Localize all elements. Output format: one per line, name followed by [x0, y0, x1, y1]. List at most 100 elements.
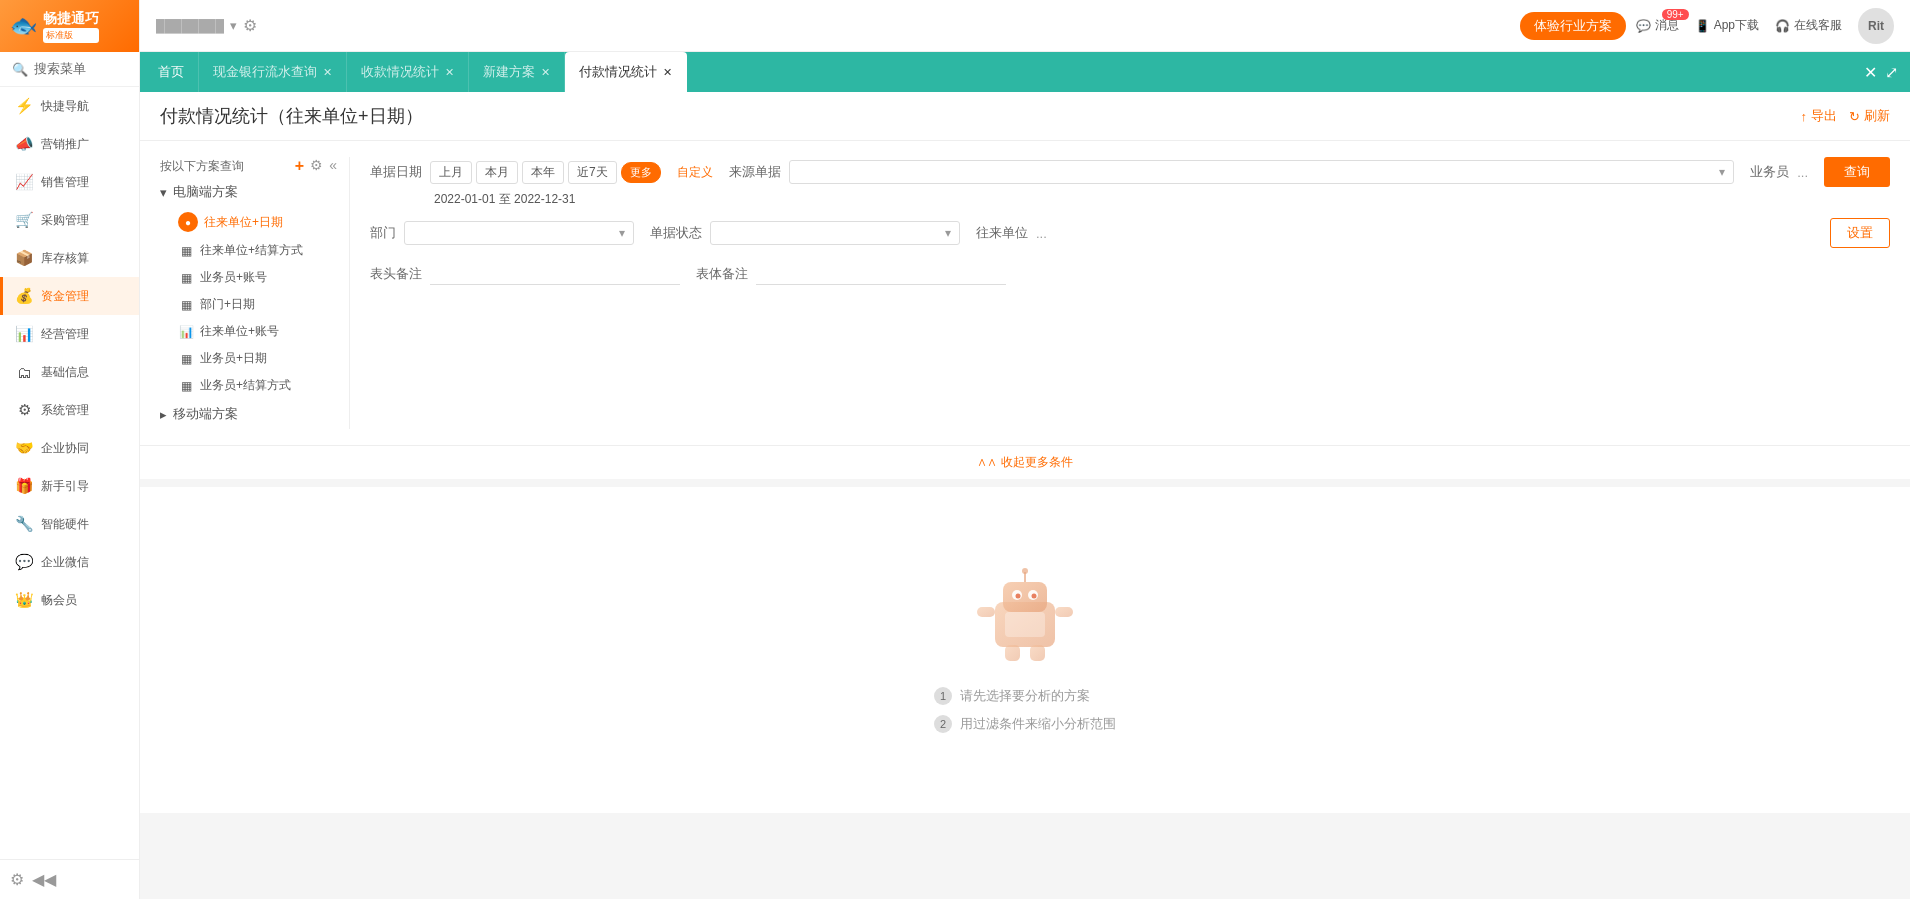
- sidebar-item-zhineng[interactable]: 🔧 智能硬件: [0, 505, 139, 543]
- doc-status-select[interactable]: ▾: [710, 221, 960, 245]
- doc-status-arrow-icon: ▾: [945, 226, 951, 240]
- scheme-item-staff-settle[interactable]: ▦ 业务员+结算方式: [170, 372, 337, 399]
- tabbar-actions: ✕ ⤢: [1864, 63, 1906, 82]
- empty-tip-2: 2 用过滤条件来缩小分析范围: [934, 715, 1116, 733]
- maximize-button[interactable]: ⤢: [1885, 63, 1898, 82]
- sidebar-item-xinshou[interactable]: 🎁 新手引导: [0, 467, 139, 505]
- settings-button[interactable]: 设置: [1830, 218, 1890, 248]
- scheme-sidebar-title: 按以下方案查询: [160, 158, 244, 175]
- tab-cashflow[interactable]: 现金银行流水查询 ✕: [199, 52, 347, 92]
- empty-tips: 1 请先选择要分析的方案 2 用过滤条件来缩小分析范围: [934, 687, 1116, 733]
- body-note-input[interactable]: [756, 262, 1006, 285]
- sidebar-item-label: 资金管理: [41, 288, 89, 305]
- tabbar: 首页 现金银行流水查询 ✕ 收款情况统计 ✕ 新建方案 ✕ 付款情况统计 ✕ ✕…: [140, 52, 1910, 92]
- sidebar-item-yingxiao[interactable]: 📣 营销推广: [0, 125, 139, 163]
- avatar[interactable]: Rit: [1858, 8, 1894, 44]
- sidebar-item-weixin[interactable]: 💬 企业微信: [0, 543, 139, 581]
- trial-button[interactable]: 体验行业方案: [1520, 12, 1626, 40]
- sidebar-item-jingying[interactable]: 📊 经营管理: [0, 315, 139, 353]
- refresh-button[interactable]: ↻ 刷新: [1849, 107, 1890, 125]
- sidebar-item-label: 系统管理: [41, 402, 89, 419]
- scheme-item-dept-date[interactable]: ▦ 部门+日期: [170, 291, 337, 318]
- sidebar-search[interactable]: 🔍 搜索菜单: [0, 52, 139, 87]
- sidebar-item-label: 库存核算: [41, 250, 89, 267]
- date-btn-this-year[interactable]: 本年: [522, 161, 564, 184]
- tab-payment-close[interactable]: ✕: [663, 66, 672, 79]
- collapse-bar[interactable]: ∧∧ 收起更多条件: [140, 446, 1910, 479]
- date-btn-last-month[interactable]: 上月: [430, 161, 472, 184]
- date-btn-7days[interactable]: 近7天: [568, 161, 617, 184]
- xiaoshou-icon: 📈: [15, 173, 33, 191]
- header-note-input[interactable]: [430, 262, 680, 285]
- tab-cashflow-close[interactable]: ✕: [323, 66, 332, 79]
- messages-item[interactable]: 💬 消息 99+: [1636, 17, 1679, 34]
- scheme-group-header-mobile[interactable]: ▸ 移动端方案: [160, 405, 337, 423]
- sidebar-badge: 标准版: [43, 28, 99, 43]
- sidebar-item-changhui[interactable]: 👑 畅会员: [0, 581, 139, 619]
- tab-newplan-close[interactable]: ✕: [541, 66, 550, 79]
- page-header-actions: ↑ 导出 ↻ 刷新: [1801, 107, 1891, 125]
- sidebar-item-xitong[interactable]: ⚙ 系统管理: [0, 391, 139, 429]
- scheme-item-staff-date[interactable]: ▦ 业务员+日期: [170, 345, 337, 372]
- tab-income[interactable]: 收款情况统计 ✕: [347, 52, 469, 92]
- tab-income-close[interactable]: ✕: [445, 66, 454, 79]
- dropdown-arrow-icon[interactable]: ▾: [230, 18, 237, 33]
- scheme-item-partner-date[interactable]: ● 往来单位+日期: [170, 207, 337, 237]
- export-button[interactable]: ↑ 导出: [1801, 107, 1838, 125]
- tab-home[interactable]: 首页: [144, 52, 199, 92]
- app-download-item[interactable]: 📱 App下载: [1695, 17, 1759, 34]
- sidebar-item-jichu[interactable]: 🗂 基础信息: [0, 353, 139, 391]
- header-note-label: 表头备注: [370, 265, 422, 283]
- topbar-settings-icon[interactable]: ⚙: [243, 16, 257, 35]
- tab-newplan-label: 新建方案: [483, 63, 535, 81]
- custom-date-btn[interactable]: 自定义: [677, 164, 713, 181]
- add-scheme-button[interactable]: +: [295, 157, 304, 175]
- date-btn-more[interactable]: 更多: [621, 162, 661, 183]
- filter-section: 按以下方案查询 + ⚙ « ▾ 电脑端方案: [140, 141, 1910, 446]
- scheme-group-label: 移动端方案: [173, 405, 238, 423]
- scheme-item-label: 业务员+结算方式: [200, 377, 291, 394]
- sidebar-item-kuaijie[interactable]: ⚡ 快捷导航: [0, 87, 139, 125]
- collapse-scheme-button[interactable]: «: [329, 157, 337, 175]
- filter-field-partner: 往来单位 ...: [976, 224, 1047, 242]
- scheme-group-header-desktop[interactable]: ▾ 电脑端方案: [160, 183, 337, 201]
- scheme-item-icon: ▦: [178, 378, 194, 394]
- sidebar: 🐟 畅捷通巧 标准版 🔍 搜索菜单 ⚡ 快捷导航 📣 营销推广 📈 销售管理: [0, 0, 140, 899]
- dept-select[interactable]: ▾: [404, 221, 634, 245]
- settings-footer-icon[interactable]: ⚙: [10, 870, 24, 889]
- changhui-icon: 👑: [15, 591, 33, 609]
- sidebar-item-kucun[interactable]: 📦 库存核算: [0, 239, 139, 277]
- source-select[interactable]: ▾: [789, 160, 1734, 184]
- sidebar-item-caigou[interactable]: 🛒 采购管理: [0, 201, 139, 239]
- tab-newplan[interactable]: 新建方案 ✕: [469, 52, 565, 92]
- collapse-label: 收起更多条件: [1001, 455, 1073, 469]
- query-button[interactable]: 查询: [1824, 157, 1890, 187]
- sidebar-item-label: 畅会员: [41, 592, 77, 609]
- scheme-settings-button[interactable]: ⚙: [310, 157, 323, 175]
- sidebar-item-zijin[interactable]: 💰 资金管理: [0, 277, 139, 315]
- page-body: 付款情况统计（往来单位+日期） ↑ 导出 ↻ 刷新: [140, 92, 1910, 899]
- sidebar-item-xiaoshou[interactable]: 📈 销售管理: [0, 163, 139, 201]
- topbar-breadcrumb: ████████ ▾ ⚙: [156, 16, 1510, 35]
- collapse-sidebar-icon[interactable]: ◀◀: [32, 870, 56, 889]
- refresh-icon: ↻: [1849, 109, 1860, 124]
- tab-payment[interactable]: 付款情况统计 ✕: [565, 52, 687, 92]
- scheme-item-partner-settle[interactable]: ▦ 往来单位+结算方式: [170, 237, 337, 264]
- salesman-label: 业务员: [1750, 163, 1789, 181]
- date-btn-this-month[interactable]: 本月: [476, 161, 518, 184]
- scheme-item-icon: ▦: [178, 351, 194, 367]
- body-note-label: 表体备注: [696, 265, 748, 283]
- salesman-dots[interactable]: ...: [1797, 165, 1808, 180]
- svg-rect-10: [1005, 645, 1020, 661]
- close-window-button[interactable]: ✕: [1864, 63, 1877, 82]
- scheme-item-staff-account[interactable]: ▦ 业务员+账号: [170, 264, 337, 291]
- scheme-item-partner-account[interactable]: 📊 往来单位+账号: [170, 318, 337, 345]
- sidebar-item-label: 智能硬件: [41, 516, 89, 533]
- online-service-item[interactable]: 🎧 在线客服: [1775, 17, 1842, 34]
- scheme-sidebar-header: 按以下方案查询 + ⚙ «: [160, 157, 337, 175]
- page-title: 付款情况统计（往来单位+日期）: [160, 104, 423, 128]
- scheme-group-mobile: ▸ 移动端方案: [160, 405, 337, 423]
- sidebar-item-qiye[interactable]: 🤝 企业协同: [0, 429, 139, 467]
- scheme-sidebar: 按以下方案查询 + ⚙ « ▾ 电脑端方案: [160, 157, 350, 429]
- partner-dots[interactable]: ...: [1036, 226, 1047, 241]
